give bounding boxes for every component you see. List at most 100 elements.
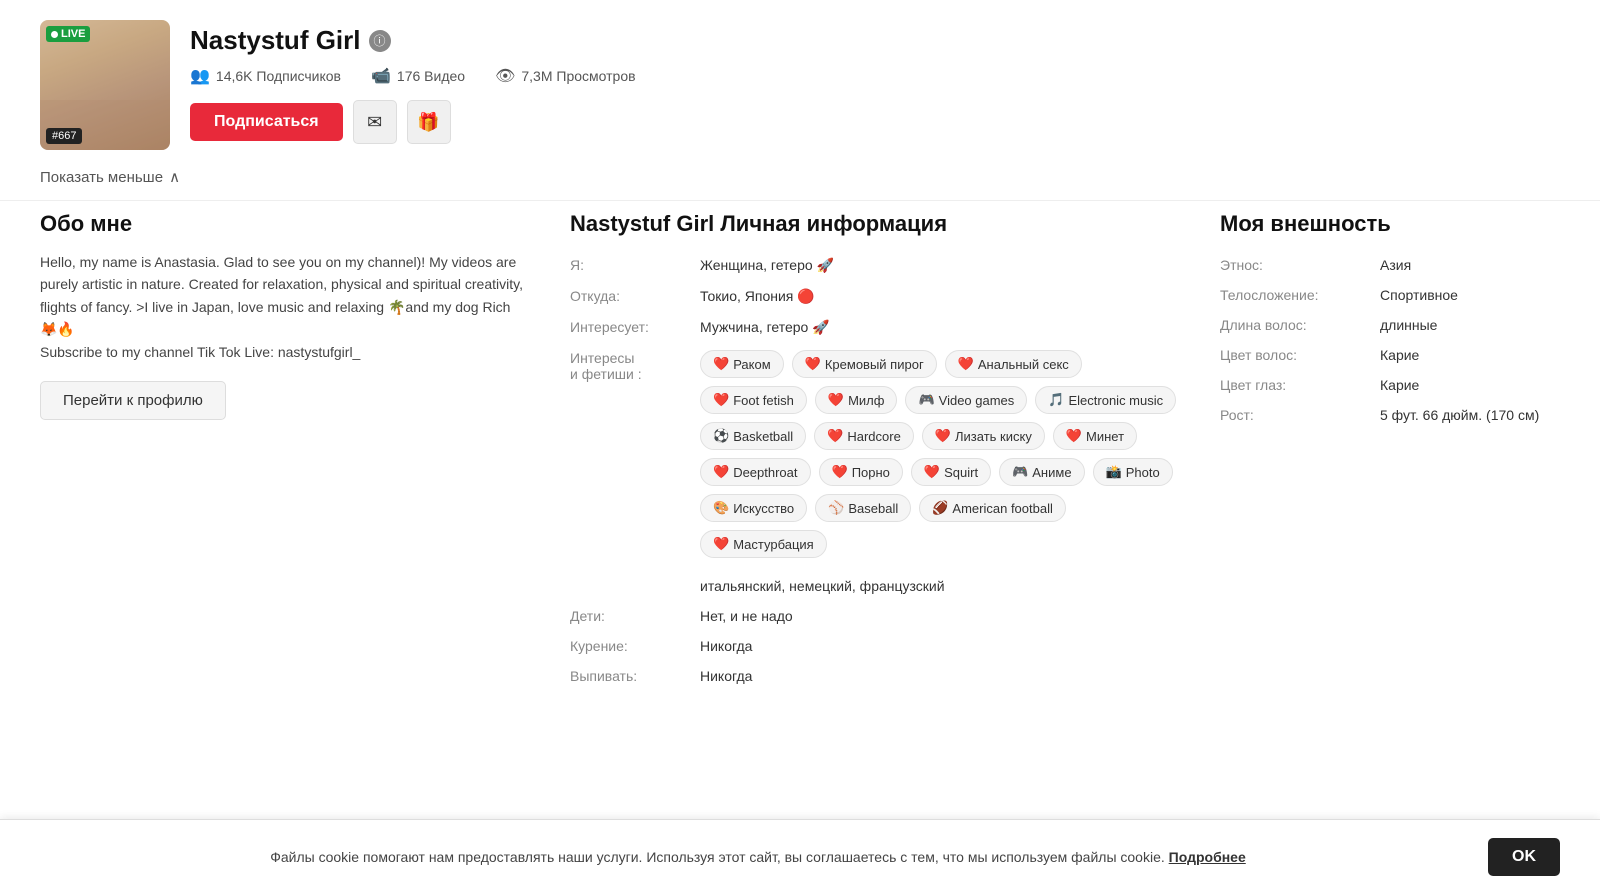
smoking-label: Курение: — [570, 638, 700, 654]
appearance-row-hair-color: Цвет волос: Карие — [1220, 347, 1560, 363]
list-item: ❤️ Hardcore — [814, 422, 914, 450]
list-item: ❤️ Foot fetish — [700, 386, 807, 414]
show-less-button[interactable]: Показать меньше ∧ — [0, 160, 1600, 201]
videos-count: 176 Видео — [397, 68, 465, 84]
children-label: Дети: — [570, 608, 700, 624]
three-col-layout: Обо мне Hello, my name is Anastasia. Gla… — [0, 211, 1600, 698]
list-item: ❤️ Минет — [1053, 422, 1137, 450]
profile-name: Nastystuf Girl — [190, 25, 361, 56]
videos-stat: 📹 176 Видео — [371, 66, 465, 86]
views-count: 7,3М Просмотров — [521, 68, 635, 84]
avatar-container: LIVE #667 — [40, 20, 170, 150]
body-label: Телосложение: — [1220, 287, 1380, 303]
appearance-row-height: Рост: 5 фут. 66 дюйм. (170 см) — [1220, 407, 1560, 423]
hair-color-value: Карие — [1380, 347, 1419, 363]
from-value: Токио, Япония 🔴 — [700, 288, 815, 305]
appearance-row-body: Телосложение: Спортивное — [1220, 287, 1560, 303]
chevron-up-icon: ∧ — [169, 168, 180, 186]
profile-name-row: Nastystuf Girl ⓘ — [190, 25, 1560, 56]
height-value: 5 фут. 66 дюйм. (170 см) — [1380, 407, 1539, 423]
list-item: ❤️ Порно — [819, 458, 903, 486]
interested-label: Интересует: — [570, 319, 700, 335]
subscribe-button[interactable]: Подписаться — [190, 103, 343, 141]
heart-icon: ❤️ — [1066, 428, 1082, 444]
list-item: ❤️ Раком — [700, 350, 784, 378]
cookie-learn-more-link[interactable]: Подробнее — [1169, 849, 1246, 865]
heart-icon: ❤️ — [924, 464, 940, 480]
body-value: Спортивное — [1380, 287, 1458, 303]
personal-info-title: Nastystuf Girl Личная информация — [570, 211, 1180, 237]
subscribers-count: 14,6K Подписчиков — [216, 68, 341, 84]
list-item: 🎮 Аниме — [999, 458, 1084, 486]
info-row-languages: итальянский, немецкий, французский — [570, 578, 1180, 594]
list-item: 🎨 Искусство — [700, 494, 807, 522]
smoking-value: Никогда — [700, 638, 752, 654]
list-item: ❤️ Squirt — [911, 458, 991, 486]
drinking-label: Выпивать: — [570, 668, 700, 684]
info-row-interests: Интересыи фетиши : ❤️ Раком ❤️ Кремовый … — [570, 350, 1180, 558]
heart-icon: ❤️ — [935, 428, 951, 444]
verified-icon: ⓘ — [369, 30, 391, 52]
heart-icon: ❤️ — [828, 392, 844, 408]
live-badge: LIVE — [46, 26, 90, 42]
hair-length-label: Длина волос: — [1220, 317, 1380, 333]
basketball-icon: ⚽ — [713, 428, 729, 444]
appearance-title: Моя внешность — [1220, 211, 1560, 237]
subscribers-stat: 👥 14,6K Подписчиков — [190, 66, 341, 86]
eye-color-label: Цвет глаз: — [1220, 377, 1380, 393]
list-item: 📸 Photo — [1093, 458, 1173, 486]
from-label: Откуда: — [570, 288, 700, 304]
list-item: ❤️ Мастурбация — [700, 530, 827, 558]
about-title: Обо мне — [40, 211, 530, 237]
appearance-row-eye-color: Цвет глаз: Карие — [1220, 377, 1560, 393]
gift-button[interactable]: 🎁 — [407, 100, 451, 144]
live-label: LIVE — [61, 28, 85, 40]
list-item: ❤️ Милф — [815, 386, 898, 414]
list-item: 🎵 Electronic music — [1035, 386, 1176, 414]
list-item: 🏈 American football — [919, 494, 1066, 522]
interests-container: ❤️ Раком ❤️ Кремовый пирог ❤️ Анальный с… — [700, 350, 1180, 558]
hair-length-value: длинные — [1380, 317, 1437, 333]
info-row-drinking: Выпивать: Никогда — [570, 668, 1180, 684]
ethnicity-label: Этнос: — [1220, 257, 1380, 273]
interests-label: Интересыи фетиши : — [570, 350, 700, 382]
info-row-from: Откуда: Токио, Япония 🔴 — [570, 288, 1180, 305]
ethnicity-value: Азия — [1380, 257, 1411, 273]
info-row-children: Дети: Нет, и не надо — [570, 608, 1180, 624]
heart-icon: ❤️ — [958, 356, 974, 372]
list-item: ❤️ Кремовый пирог — [792, 350, 937, 378]
gamepad-icon: 🎮 — [1012, 464, 1028, 480]
go-to-profile-button[interactable]: Перейти к профилю — [40, 381, 226, 420]
heart-icon: ❤️ — [832, 464, 848, 480]
extra-info: итальянский, немецкий, французский Дети:… — [570, 578, 1180, 684]
eye-color-value: Карие — [1380, 377, 1419, 393]
about-text: Hello, my name is Anastasia. Glad to see… — [40, 251, 530, 363]
message-button[interactable]: ✉ — [353, 100, 397, 144]
heart-icon: ❤️ — [827, 428, 843, 444]
list-item: ⚽ Basketball — [700, 422, 806, 450]
appearance-section: Моя внешность Этнос: Азия Телосложение: … — [1220, 211, 1560, 698]
art-icon: 🎨 — [713, 500, 729, 516]
profile-header: LIVE #667 Nastystuf Girl ⓘ 👥 14,6K Подпи… — [0, 0, 1600, 160]
list-item: ⚾ Baseball — [815, 494, 911, 522]
views-stat: 👁 7,3М Просмотров — [495, 66, 636, 86]
subscribers-icon: 👥 — [190, 66, 210, 86]
heart-icon: ❤️ — [805, 356, 821, 372]
camera-icon: 📸 — [1106, 464, 1122, 480]
cookie-bar: Файлы cookie помогают нам предоставлять … — [0, 819, 1600, 894]
profile-info: Nastystuf Girl ⓘ 👥 14,6K Подписчиков 📹 1… — [190, 20, 1560, 144]
rank-badge: #667 — [46, 128, 82, 144]
cookie-ok-button[interactable]: OK — [1488, 838, 1560, 876]
interested-value: Мужчина, гетеро 🚀 — [700, 319, 830, 336]
info-row-interested: Интересует: Мужчина, гетеро 🚀 — [570, 319, 1180, 336]
cookie-text: Файлы cookie помогают нам предоставлять … — [40, 849, 1476, 865]
appearance-row-ethnicity: Этнос: Азия — [1220, 257, 1560, 273]
gender-label: Я: — [570, 257, 700, 273]
list-item: 🎮 Video games — [905, 386, 1027, 414]
info-row-gender: Я: Женщина, гетеро 🚀 — [570, 257, 1180, 274]
heart-icon: ❤️ — [713, 356, 729, 372]
show-less-label: Показать меньше — [40, 169, 163, 186]
hair-color-label: Цвет волос: — [1220, 347, 1380, 363]
gamepad-icon: 🎮 — [918, 392, 934, 408]
heart-icon: ❤️ — [713, 464, 729, 480]
